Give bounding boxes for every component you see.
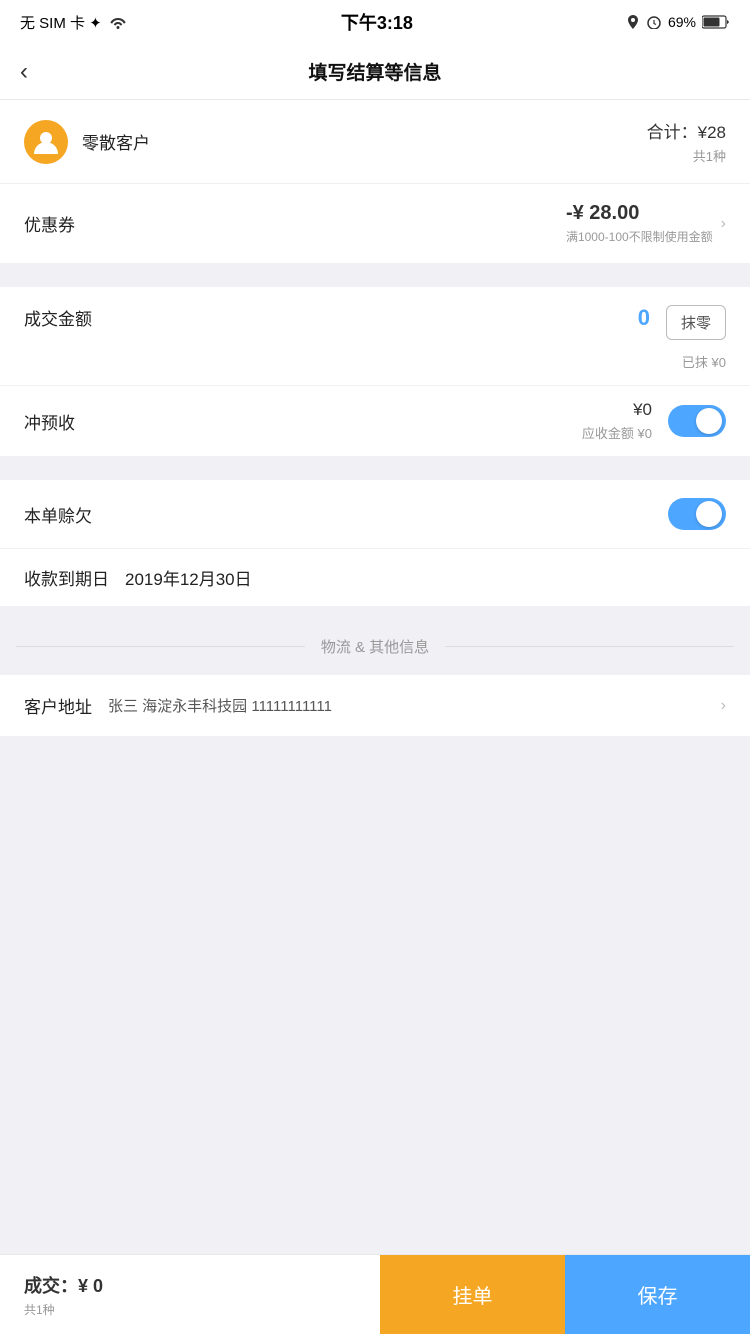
toggle-knob [696, 408, 722, 434]
prereceive-label: 冲预收 [24, 409, 75, 434]
prereceive-values: ¥0 应收金额 ¥0 [582, 400, 652, 442]
customer-name: 零散客户 [82, 129, 150, 154]
debt-row: 本单赊欠 [0, 480, 750, 548]
transaction-section: 成交金额 0 抹零 已抹 ¥0 冲预收 ¥0 应收金额 ¥0 [0, 287, 750, 456]
alarm-icon [646, 15, 662, 29]
person-icon [32, 128, 60, 156]
duedate-value: 2019年12月30日 [125, 565, 252, 590]
battery-icon [702, 15, 730, 29]
already-rounded: 已抹 ¥0 [0, 350, 750, 385]
debt-section: 本单赊欠 收款到期日 2019年12月30日 [0, 480, 750, 606]
address-label: 客户地址 [24, 693, 92, 718]
divider-1 [0, 275, 750, 287]
coupon-row[interactable]: 优惠券 -¥ 28.00 满1000-100不限制使用金额 › [0, 183, 750, 263]
duedate-label: 收款到期日 [24, 565, 109, 590]
divider-2 [0, 468, 750, 480]
debt-toggle-knob [696, 501, 722, 527]
prereceive-toggle[interactable] [668, 405, 726, 437]
customer-count: 共1种 [647, 146, 726, 165]
customer-total: 合计：¥28 [647, 118, 726, 143]
status-right: 69% [626, 14, 730, 30]
status-left: 无 SIM 卡 ✦ [20, 12, 128, 33]
deal-amount: ¥ 0 [78, 1276, 103, 1296]
separator-left [16, 646, 305, 647]
bottom-summary: 成交：¥ 0 共1种 [0, 1272, 380, 1318]
transaction-right: 0 抹零 [610, 305, 726, 340]
status-bar: 无 SIM 卡 ✦ 下午3:18 69% [0, 0, 750, 44]
coupon-label: 优惠券 [24, 211, 75, 236]
customer-summary: 合计：¥28 共1种 [647, 118, 726, 165]
bottom-deal: 成交：¥ 0 [24, 1272, 356, 1298]
prereceive-amount: ¥0 [582, 400, 652, 420]
bottom-spacer [0, 748, 750, 868]
save-button[interactable]: 保存 [565, 1255, 750, 1334]
status-time: 下午3:18 [341, 9, 413, 35]
bottom-count: 共1种 [24, 1301, 356, 1318]
coupon-detail: -¥ 28.00 满1000-100不限制使用金额 [566, 202, 713, 245]
address-section: 客户地址 张三 海淀永丰科技园 11111111111 › [0, 675, 750, 736]
hang-order-button[interactable]: 挂单 [380, 1255, 565, 1334]
customer-left: 零散客户 [24, 120, 150, 164]
address-chevron-icon: › [721, 697, 726, 715]
battery-percent: 69% [668, 14, 696, 30]
debt-label: 本单赊欠 [24, 502, 92, 527]
wifi-icon [108, 15, 128, 29]
customer-avatar [24, 120, 68, 164]
prereceive-row: 冲预收 ¥0 应收金额 ¥0 [0, 385, 750, 456]
back-button[interactable]: ‹ [20, 58, 28, 86]
duedate-row[interactable]: 收款到期日 2019年12月30日 [0, 548, 750, 606]
transaction-amount[interactable]: 0 [610, 305, 650, 331]
customer-section: 零散客户 合计：¥28 共1种 优惠券 -¥ 28.00 满1000-100不限… [0, 100, 750, 263]
page-title: 填写结算等信息 [308, 58, 441, 85]
location-icon [626, 15, 640, 29]
debt-toggle[interactable] [668, 498, 726, 530]
coupon-right: -¥ 28.00 满1000-100不限制使用金额 › [566, 202, 726, 245]
logistics-section: 物流 & 其他信息 [0, 618, 750, 675]
address-value: 张三 海淀永丰科技园 11111111111 [108, 695, 705, 716]
deal-prefix: 成交： [24, 1276, 78, 1296]
coupon-note: 满1000-100不限制使用金额 [566, 228, 713, 245]
transaction-label: 成交金额 [24, 305, 92, 330]
prereceive-right: ¥0 应收金额 ¥0 [582, 400, 726, 442]
nav-bar: ‹ 填写结算等信息 [0, 44, 750, 100]
bottom-bar: 成交：¥ 0 共1种 挂单 保存 [0, 1254, 750, 1334]
sim-status: 无 SIM 卡 ✦ [20, 12, 102, 33]
logistics-label: 物流 & 其他信息 [321, 636, 429, 657]
prereceive-note: 应收金额 ¥0 [582, 423, 652, 442]
address-row[interactable]: 客户地址 张三 海淀永丰科技园 11111111111 › [0, 675, 750, 736]
customer-row: 零散客户 合计：¥28 共1种 [0, 100, 750, 183]
separator-right [445, 646, 734, 647]
chevron-right-icon: › [721, 215, 726, 233]
round-zero-button[interactable]: 抹零 [666, 305, 726, 340]
coupon-amount: -¥ 28.00 [566, 202, 713, 225]
transaction-row: 成交金额 0 抹零 [0, 287, 750, 350]
